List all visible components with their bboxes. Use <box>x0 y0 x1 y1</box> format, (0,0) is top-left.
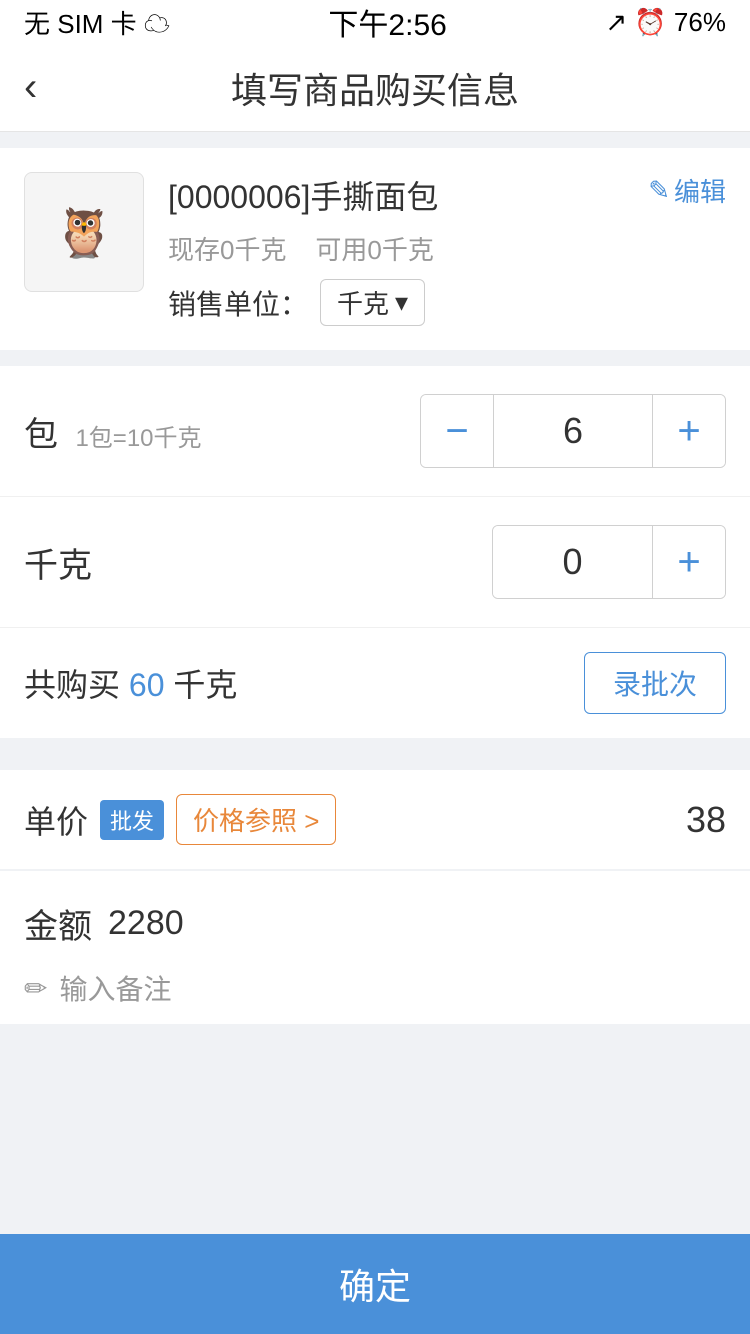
price-value: 38 <box>686 799 726 841</box>
edit-icon: ✎ <box>648 175 670 206</box>
status-icons: ↗ ⏰ 76% <box>605 7 726 38</box>
nav-bar: ‹ 填写商品购买信息 <box>0 44 750 132</box>
qty-row-kg: 千克 + <box>0 497 750 628</box>
product-owl-icon: 🦉 <box>54 204 114 261</box>
qty-kg-controls: + <box>492 525 726 599</box>
qty-kg-plus-button[interactable]: + <box>653 526 725 598</box>
unit-chevron-icon: ▾ <box>395 287 408 318</box>
price-section: 单价 批发 价格参照 > 38 <box>0 770 750 869</box>
total-text: 共购买 60 千克 <box>24 660 237 706</box>
qty-bag-label: 包 1包=10千克 <box>24 407 404 456</box>
qty-kg-label: 千克 <box>24 538 476 587</box>
note-edit-icon: ✏ <box>24 972 47 1005</box>
price-label: 单价 <box>24 797 88 843</box>
note-row[interactable]: ✏ 输入备注 <box>24 968 726 1008</box>
product-name: [0000006]手撕面包 <box>168 172 726 218</box>
batch-button[interactable]: 录批次 <box>584 652 726 714</box>
qty-bag-input[interactable] <box>493 395 653 467</box>
qty-bag-plus-button[interactable]: + <box>653 395 725 467</box>
qty-bag-minus-button[interactable]: − <box>421 395 493 467</box>
product-info: [0000006]手撕面包 现存0千克 可用0千克 销售单位： 千克 ▾ <box>168 172 726 326</box>
status-left: 无 SIM 卡 ☁ <box>24 4 170 41</box>
product-card: 🦉 [0000006]手撕面包 现存0千克 可用0千克 销售单位： 千克 ▾ ✎… <box>0 148 750 350</box>
status-bar: 无 SIM 卡 ☁ 下午2:56 ↗ ⏰ 76% <box>0 0 750 44</box>
total-amount: 60 <box>129 667 173 703</box>
qty-bag-sublabel: 1包=10千克 <box>75 425 201 452</box>
note-placeholder: 输入备注 <box>59 968 171 1008</box>
stock-current: 现存0千克 <box>168 235 286 265</box>
qty-bag-controls: − + <box>420 394 726 468</box>
product-image: 🦉 <box>24 172 144 292</box>
sim-label: 无 SIM 卡 ☁ <box>24 4 170 41</box>
amount-label: 金额 <box>24 899 92 948</box>
unit-label: 销售单位： <box>168 283 308 323</box>
page-title: 填写商品购买信息 <box>231 62 519 114</box>
confirm-button[interactable]: 确定 <box>0 1234 750 1334</box>
wholesale-tag: 批发 <box>100 800 164 840</box>
amount-value: 2280 <box>108 904 184 943</box>
separator-1 <box>0 350 750 366</box>
back-button[interactable]: ‹ <box>24 65 37 110</box>
edit-label: 编辑 <box>674 172 726 209</box>
amount-section: 金额 2280 ✏ 输入备注 <box>0 871 750 1024</box>
separator-2 <box>0 738 750 754</box>
amount-row: 金额 2280 <box>24 899 726 948</box>
total-prefix: 共购买 <box>24 667 120 703</box>
unit-value: 千克 <box>337 284 389 321</box>
status-right: ↗ ⏰ 76% <box>605 7 726 38</box>
qty-kg-input[interactable] <box>493 526 653 598</box>
price-left: 单价 批发 价格参照 > <box>24 794 336 845</box>
stock-available: 可用0千克 <box>315 235 433 265</box>
product-unit-row: 销售单位： 千克 ▾ <box>168 279 726 326</box>
edit-button[interactable]: ✎ 编辑 <box>648 172 726 209</box>
qty-row-bag: 包 1包=10千克 − + <box>0 366 750 497</box>
status-time: 下午2:56 <box>328 0 446 44</box>
price-ref-button[interactable]: 价格参照 > <box>176 794 336 845</box>
total-row: 共购买 60 千克 录批次 <box>0 628 750 738</box>
total-unit: 千克 <box>173 667 237 703</box>
unit-selector[interactable]: 千克 ▾ <box>320 279 425 326</box>
product-stock: 现存0千克 可用0千克 <box>168 230 726 267</box>
